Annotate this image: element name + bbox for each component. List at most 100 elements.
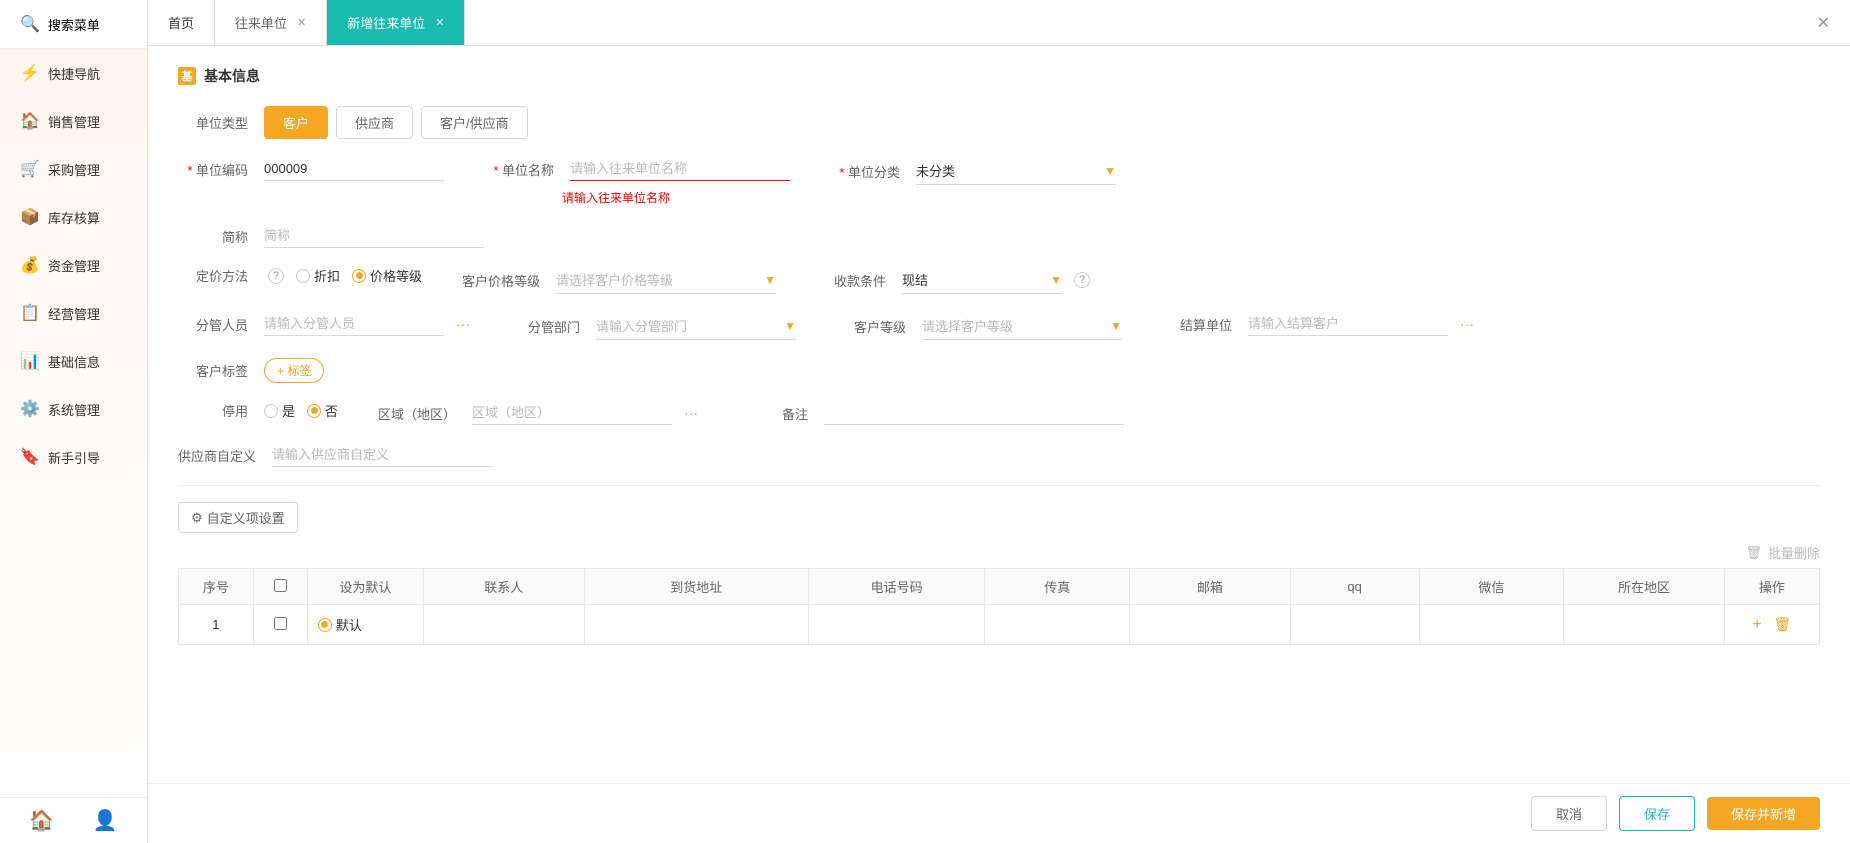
section-header: 基 基本信息 xyxy=(178,66,1820,86)
pricing-help-icon[interactable]: ? xyxy=(268,268,284,284)
type-btn-supplier[interactable]: 供应商 xyxy=(336,106,413,139)
supplier-custom-input[interactable] xyxy=(272,443,492,467)
unit-name-label: 单位名称 xyxy=(484,160,554,179)
disabled-no-radio[interactable]: 否 xyxy=(307,401,338,420)
tab-partners[interactable]: 往来单位 ✕ xyxy=(215,0,327,45)
custom-settings-btn[interactable]: ⚙ 自定义项设置 xyxy=(178,502,298,533)
row-wechat[interactable] xyxy=(1419,605,1564,645)
sidebar-item-quick-nav[interactable]: ⚡ 快捷导航 xyxy=(0,49,147,97)
pricing-radio-group: 折扣 价格等级 xyxy=(296,266,422,285)
pricing-discount-circle xyxy=(296,269,310,283)
region-more-btn[interactable]: ··· xyxy=(684,405,698,421)
phone-input[interactable] xyxy=(852,613,942,636)
row-checkbox[interactable] xyxy=(274,617,287,630)
add-row-btn[interactable]: + xyxy=(1753,616,1762,633)
col-email: 邮箱 xyxy=(1130,569,1291,605)
row-fax[interactable] xyxy=(985,605,1130,645)
wechat-input[interactable] xyxy=(1456,613,1526,636)
region-label: 区域（地区） xyxy=(378,404,456,423)
disabled-yes-circle xyxy=(264,404,278,418)
row-index: 1 xyxy=(179,605,254,645)
customer-price-select[interactable]: 请选择客户价格等级 ▼ xyxy=(556,266,776,294)
remark-label: 备注 xyxy=(738,404,808,423)
tab-new-partner-label: 新增往来单位 xyxy=(347,13,425,32)
del-row-btn[interactable]: 🗑 xyxy=(1774,616,1792,632)
section-icon: 基 xyxy=(178,67,196,85)
category-arrow-icon: ▼ xyxy=(1104,164,1116,178)
sidebar-item-operations[interactable]: 📋 经营管理 xyxy=(0,289,147,337)
location-input[interactable] xyxy=(1604,613,1684,636)
sidebar-user-btn[interactable]: 👤 xyxy=(93,808,118,833)
unit-code-label: 单位编码 xyxy=(178,160,248,179)
customer-price-label: 客户价格等级 xyxy=(462,271,540,290)
row-contact[interactable] xyxy=(423,605,584,645)
pricing-method-field: 定价方法 ? 折扣 价格等级 xyxy=(178,266,422,285)
unit-category-select[interactable]: 未分类 ▼ xyxy=(916,157,1116,185)
row-address[interactable] xyxy=(584,605,808,645)
col-checkbox xyxy=(253,569,307,605)
row-phone[interactable] xyxy=(808,605,985,645)
row-location[interactable] xyxy=(1564,605,1725,645)
payment-help-icon[interactable]: ? xyxy=(1074,272,1090,288)
col-qq: qq xyxy=(1290,569,1419,605)
sidebar-home-btn[interactable]: 🏠 xyxy=(29,808,54,833)
tab-home[interactable]: 首页 xyxy=(148,0,215,45)
select-all-checkbox[interactable] xyxy=(274,579,287,592)
col-default: 设为默认 xyxy=(307,569,423,605)
tab-new-partner[interactable]: 新增往来单位 ✕ xyxy=(327,0,465,45)
pricing-discount-radio[interactable]: 折扣 xyxy=(296,266,340,285)
window-close-btn[interactable]: ✕ xyxy=(1817,13,1830,33)
batch-delete-label[interactable]: 批量删除 xyxy=(1768,543,1820,562)
payment-terms-field: 收款条件 现结 ▼ ? xyxy=(816,266,1090,294)
payment-terms-select[interactable]: 现结 ▼ xyxy=(902,266,1062,294)
row-email[interactable] xyxy=(1130,605,1291,645)
remark-input[interactable] xyxy=(824,401,1124,425)
tab-partners-close[interactable]: ✕ xyxy=(297,16,306,29)
pricing-level-radio[interactable]: 价格等级 xyxy=(352,266,422,285)
department-select[interactable]: 请输入分管部门 ▼ xyxy=(596,312,796,340)
settlement-more-btn[interactable]: ··· xyxy=(1460,316,1474,332)
fax-input[interactable] xyxy=(1022,613,1092,636)
add-tag-btn[interactable]: + 标签 xyxy=(264,358,324,383)
cancel-button[interactable]: 取消 xyxy=(1531,796,1607,831)
settlement-input[interactable] xyxy=(1248,312,1448,336)
address-input[interactable] xyxy=(636,613,756,636)
sidebar-item-sales[interactable]: 🏠 销售管理 xyxy=(0,97,147,145)
finance-icon: 💰 xyxy=(20,255,40,275)
tab-new-partner-close[interactable]: ✕ xyxy=(435,16,444,29)
row-qq[interactable] xyxy=(1290,605,1419,645)
row-default-radio[interactable]: 默认 xyxy=(318,615,413,634)
save-new-button[interactable]: 保存并新增 xyxy=(1707,797,1820,830)
sidebar-item-inventory[interactable]: 📦 库存核算 xyxy=(0,193,147,241)
contact-input[interactable] xyxy=(464,613,544,636)
manager-more-btn[interactable]: ··· xyxy=(456,316,470,332)
manager-input[interactable] xyxy=(264,312,444,336)
pricing-method-label: 定价方法 xyxy=(178,266,248,285)
sidebar-item-system[interactable]: ⚙️ 系统管理 xyxy=(0,385,147,433)
qq-input[interactable] xyxy=(1325,613,1385,636)
region-input[interactable] xyxy=(472,401,672,425)
pricing-discount-label: 折扣 xyxy=(314,266,340,285)
custom-settings-label: 自定义项设置 xyxy=(207,508,285,527)
sidebar-item-basic[interactable]: 📊 基础信息 xyxy=(0,337,147,385)
save-button[interactable]: 保存 xyxy=(1619,796,1695,831)
sidebar-item-guide[interactable]: 🔖 新手引导 xyxy=(0,433,147,481)
unit-type-label: 单位类型 xyxy=(178,113,248,132)
unit-name-input[interactable] xyxy=(570,157,790,181)
type-btn-both[interactable]: 客户/供应商 xyxy=(421,106,528,139)
sidebar-item-purchase[interactable]: 🛒 采购管理 xyxy=(0,145,147,193)
row-action-cell: + 🗑 xyxy=(1724,605,1819,645)
type-btn-customer[interactable]: 客户 xyxy=(264,106,328,139)
abbr-input[interactable] xyxy=(264,224,484,248)
sidebar-item-search[interactable]: 🔍 搜索菜单 xyxy=(0,0,147,49)
sidebar-item-finance[interactable]: 💰 资金管理 xyxy=(0,241,147,289)
sidebar-finance-label: 资金管理 xyxy=(48,256,100,275)
row-default-cell: 默认 xyxy=(307,605,423,645)
disabled-region-row: 停用 是 否 区域（地区） ··· xyxy=(178,401,1820,425)
col-phone: 电话号码 xyxy=(808,569,985,605)
email-input[interactable] xyxy=(1170,613,1250,636)
sidebar-operations-label: 经营管理 xyxy=(48,304,100,323)
customer-level-select[interactable]: 请选择客户等级 ▼ xyxy=(922,312,1122,340)
disabled-yes-radio[interactable]: 是 xyxy=(264,401,295,420)
unit-code-input[interactable] xyxy=(264,157,444,181)
